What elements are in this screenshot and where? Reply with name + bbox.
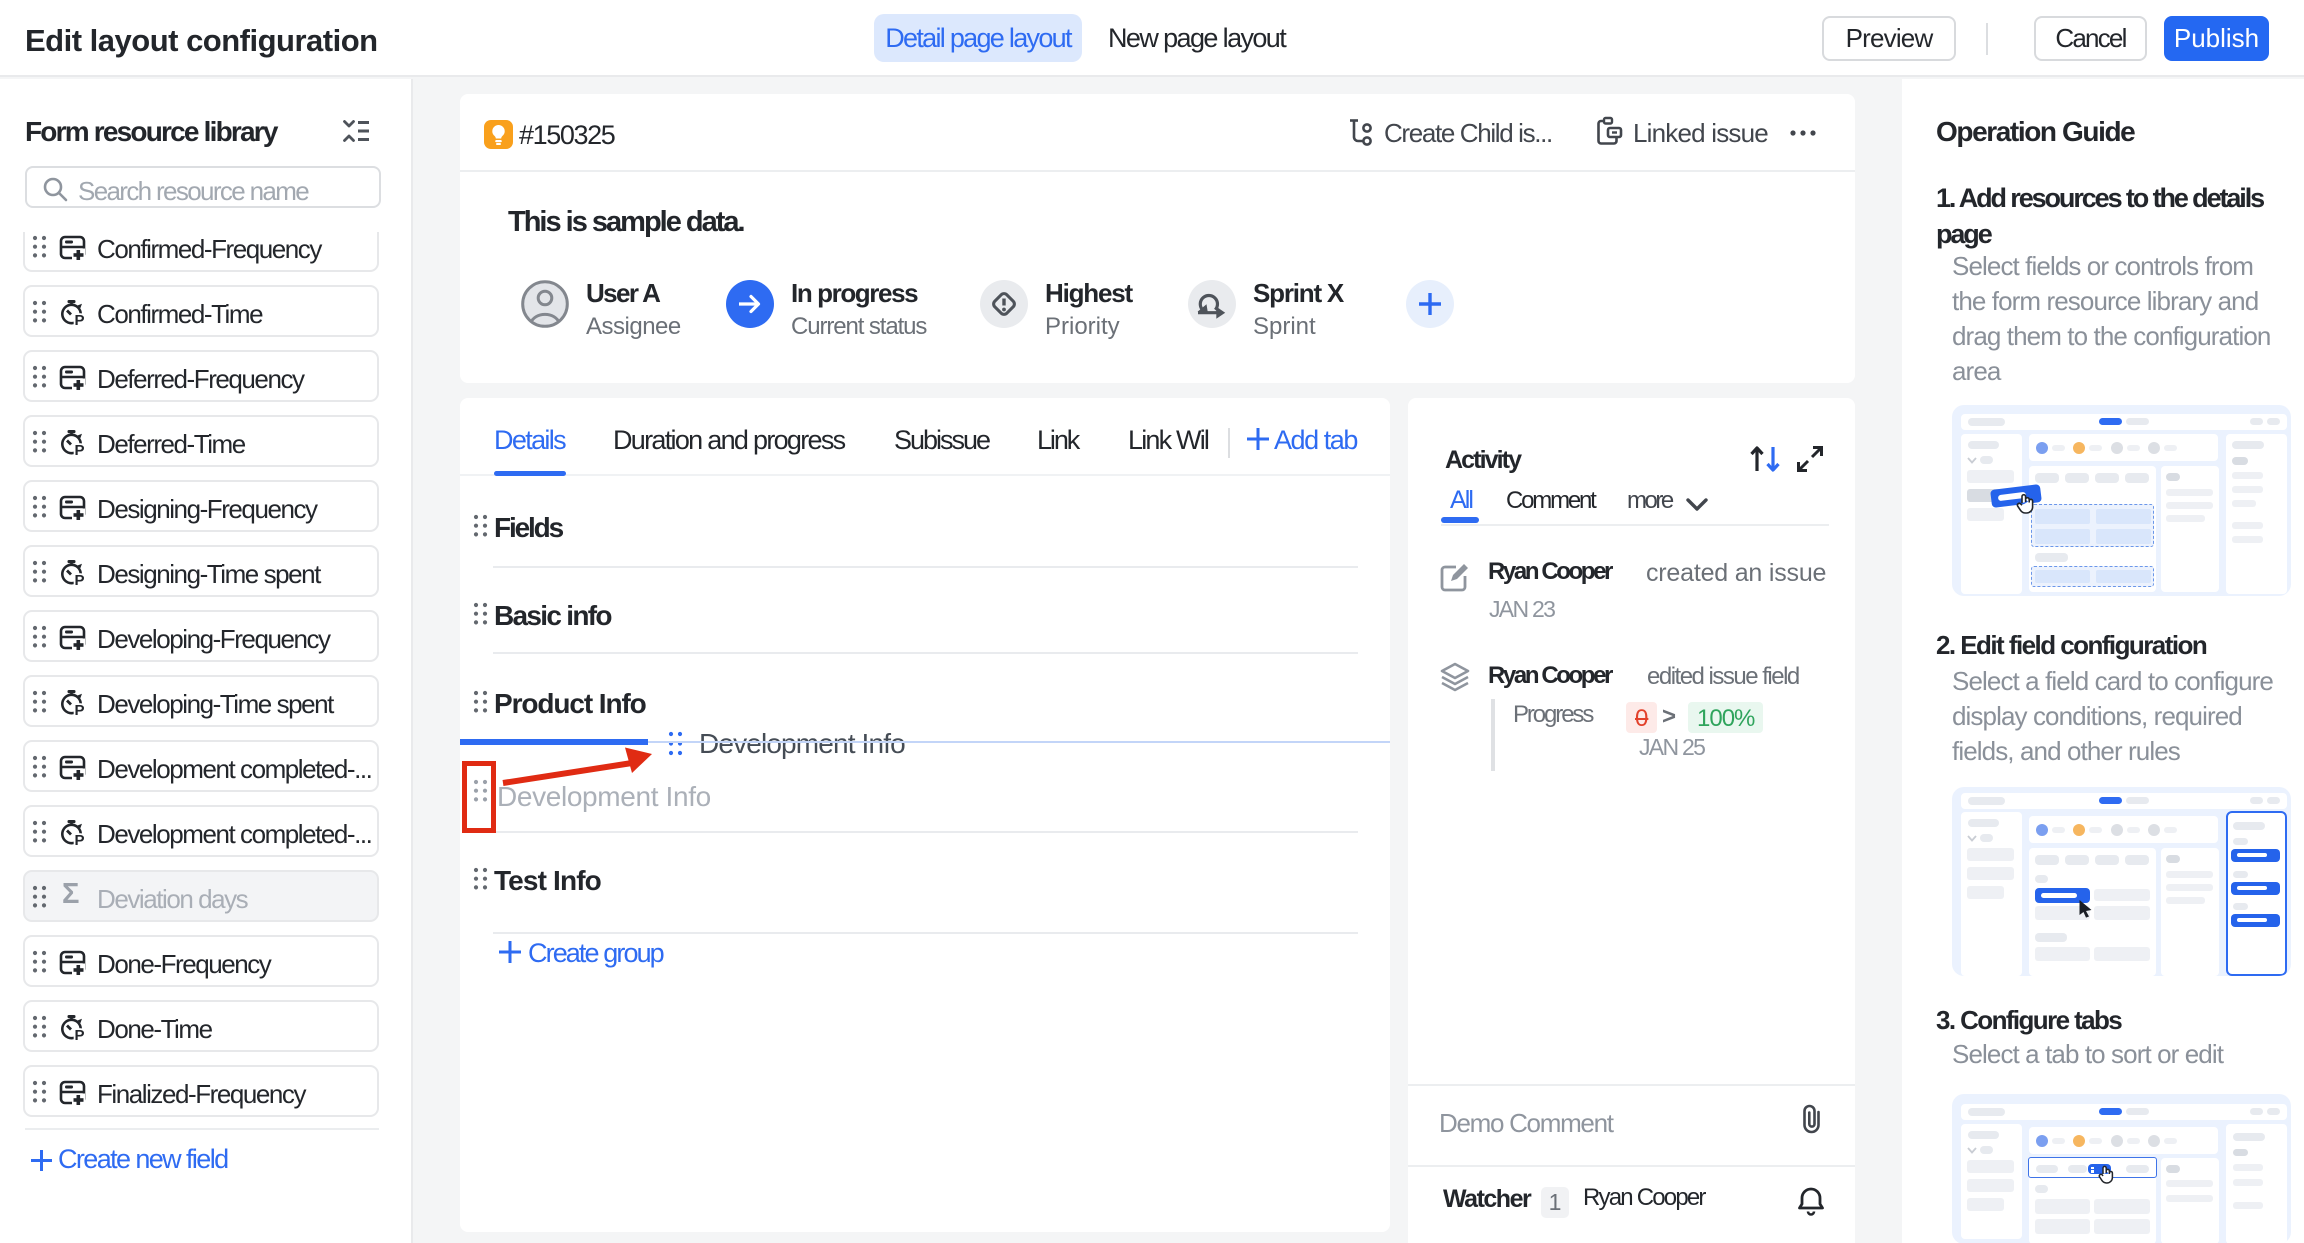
svg-text:P: P (75, 442, 85, 457)
svg-text:P: P (75, 312, 85, 327)
svg-text:P: P (75, 572, 85, 587)
svg-text:P: P (75, 832, 85, 847)
svg-text:P: P (75, 1027, 85, 1042)
svg-text:P: P (75, 702, 85, 717)
